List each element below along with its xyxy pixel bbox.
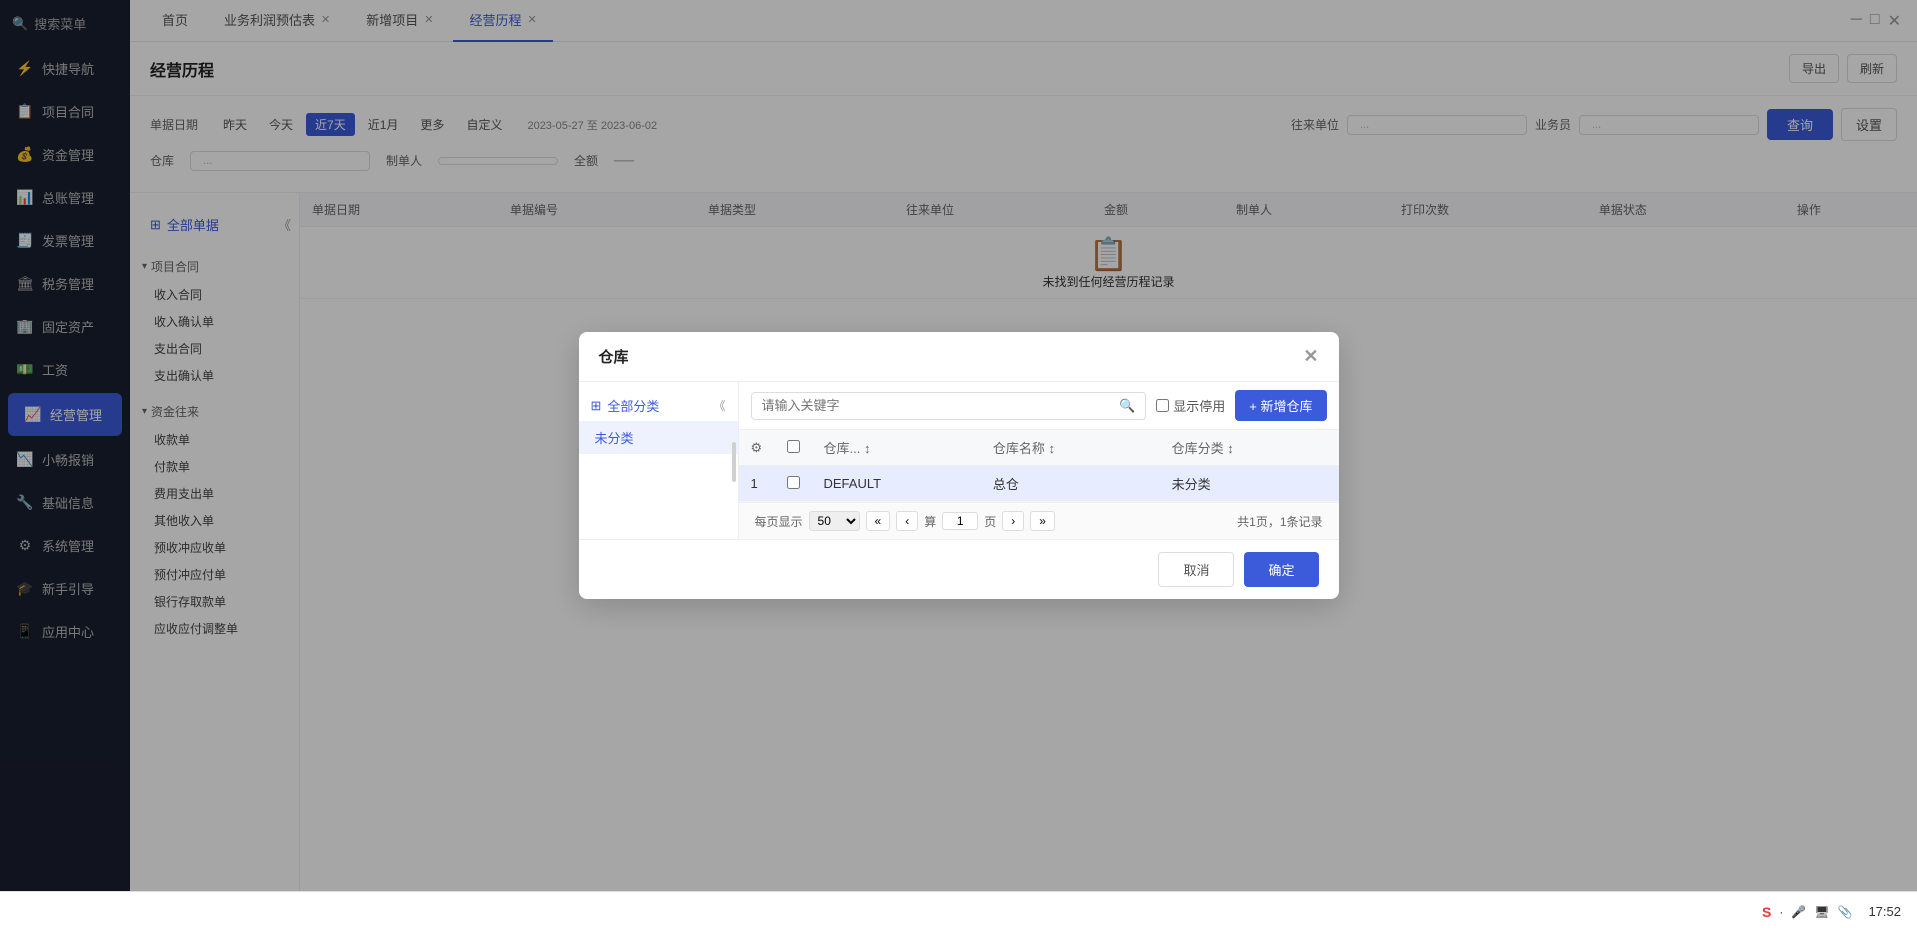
modal-search-wrap: 🔍 — [751, 392, 1147, 420]
modal-collapse-icon[interactable]: 《 — [713, 397, 725, 414]
modal-category-unclassified[interactable]: 未分类 — [579, 421, 738, 454]
taskbar-icon-dot: · — [1779, 905, 1783, 919]
warehouse-modal: 仓库 ✕ ⊞ 全部分类 《 未分类 — [579, 332, 1339, 599]
modal-next-btn[interactable]: › — [1002, 511, 1024, 531]
modal-th-code[interactable]: 仓库... ↕ — [812, 430, 981, 466]
modal-page-prefix: 算 — [924, 513, 936, 530]
modal-per-page-label: 每页显示 — [755, 513, 803, 530]
taskbar-time: 17:52 — [1868, 904, 1901, 919]
modal-table-header: ⚙ 仓库... ↕ 仓库名称 ↕ 仓库分类 ↕ — [739, 430, 1339, 466]
modal-table-row[interactable]: 1 DEFAULT 总仓 未分类 — [739, 466, 1339, 502]
modal-search-input[interactable] — [762, 398, 1114, 413]
modal-actions: 取消 确定 — [579, 539, 1339, 599]
taskbar-icon-clip: 📎 — [1838, 905, 1853, 919]
modal-th-category[interactable]: 仓库分类 ↕ — [1160, 430, 1339, 466]
modal-pagination: 每页显示 50 100 « ‹ 算 页 › » — [755, 511, 1055, 531]
modal-row-name: 总仓 — [981, 466, 1160, 502]
modal-page-label: 页 — [984, 513, 996, 530]
modal-row-num: 1 — [739, 466, 775, 502]
modal-footer-bar: 每页显示 50 100 « ‹ 算 页 › » 共1页，1条记录 — [739, 502, 1339, 539]
modal-total-label: 共1页，1条记录 — [1237, 513, 1322, 530]
modal-search-icon[interactable]: 🔍 — [1119, 398, 1135, 414]
modal-cancel-btn[interactable]: 取消 — [1158, 552, 1234, 587]
taskbar: S · 🎤 🖥 📎 17:52 — [0, 891, 1917, 931]
modal-confirm-btn[interactable]: 确定 — [1244, 552, 1318, 587]
modal-toolbar: 🔍 显示停用 + 新增仓库 — [739, 382, 1339, 430]
show-disabled-checkbox[interactable] — [1156, 399, 1169, 412]
modal-table-wrap: ⚙ 仓库... ↕ 仓库名称 ↕ 仓库分类 ↕ 1 DEFAULT 总仓 未分类 — [739, 430, 1339, 502]
show-disabled-label[interactable]: 显示停用 — [1156, 396, 1225, 415]
all-category-icon: ⊞ — [591, 398, 602, 414]
modal-left-scrollbar — [732, 442, 736, 482]
modal-th-settings: ⚙ — [739, 430, 775, 466]
modal-row-checkbox[interactable] — [775, 466, 812, 502]
modal-body: ⊞ 全部分类 《 未分类 🔍 — [579, 382, 1339, 539]
modal-per-page-select[interactable]: 50 100 — [809, 511, 860, 531]
modal-row-category: 未分类 — [1160, 466, 1339, 502]
modal-prev-btn[interactable]: ‹ — [896, 511, 918, 531]
taskbar-icon-screen: 🖥 — [1814, 905, 1829, 919]
modal-page-input[interactable] — [942, 512, 978, 530]
modal-th-checkbox — [775, 430, 812, 466]
modal-select-all-checkbox[interactable] — [787, 440, 800, 453]
modal-title: 仓库 — [599, 346, 629, 367]
modal-header: 仓库 ✕ — [579, 332, 1339, 382]
modal-overlay: 仓库 ✕ ⊞ 全部分类 《 未分类 — [0, 0, 1917, 931]
modal-th-name[interactable]: 仓库名称 ↕ — [981, 430, 1160, 466]
modal-left-panel: ⊞ 全部分类 《 未分类 — [579, 382, 739, 539]
taskbar-icon-mic: 🎤 — [1791, 905, 1806, 919]
modal-row-code: DEFAULT — [812, 466, 981, 502]
taskbar-icon-s: S — [1762, 904, 1771, 920]
taskbar-icons: S · 🎤 🖥 📎 — [1762, 904, 1852, 920]
modal-last-btn[interactable]: » — [1030, 511, 1055, 531]
modal-right-panel: 🔍 显示停用 + 新增仓库 ⚙ — [739, 382, 1339, 539]
modal-table-body: 1 DEFAULT 总仓 未分类 — [739, 466, 1339, 502]
add-warehouse-button[interactable]: + 新增仓库 — [1235, 390, 1326, 421]
modal-left-header[interactable]: ⊞ 全部分类 《 — [579, 390, 738, 421]
modal-table: ⚙ 仓库... ↕ 仓库名称 ↕ 仓库分类 ↕ 1 DEFAULT 总仓 未分类 — [739, 430, 1339, 502]
modal-first-btn[interactable]: « — [866, 511, 891, 531]
modal-close-btn[interactable]: ✕ — [1303, 346, 1318, 367]
all-category-label: 全部分类 — [607, 396, 659, 415]
